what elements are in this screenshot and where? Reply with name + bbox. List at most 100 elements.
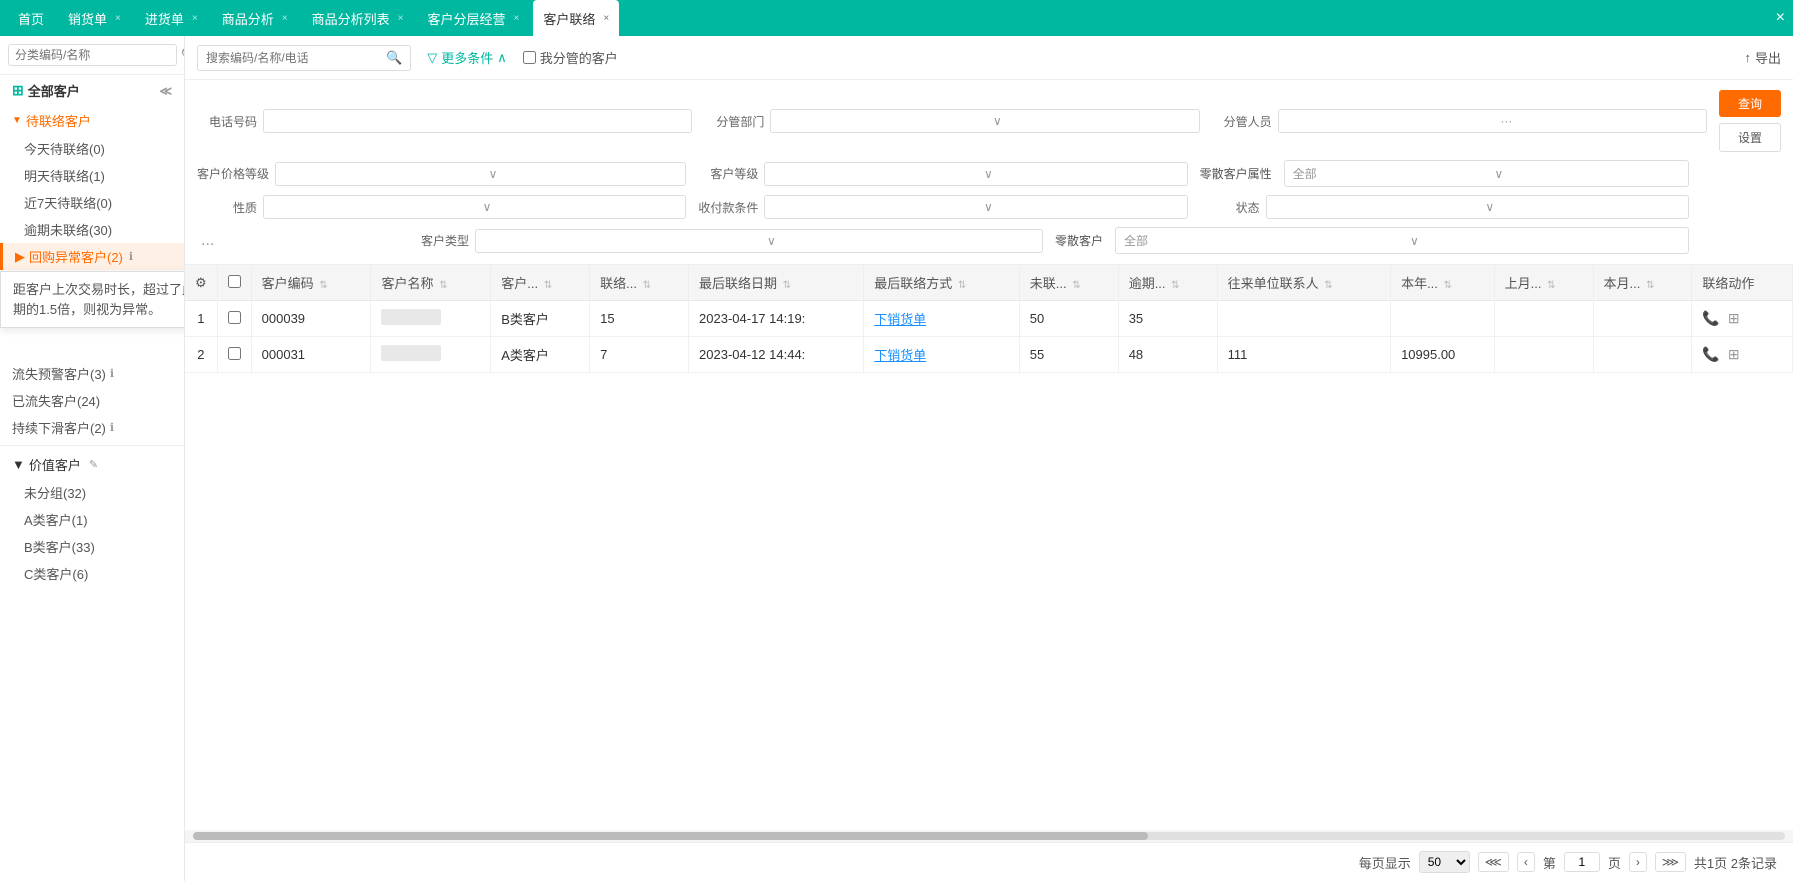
sidebar-value-group-title[interactable]: ▼ 价值客户 ✎ [0, 450, 184, 479]
prev-page-button[interactable]: ‹ [1517, 852, 1535, 872]
sidebar-overdue-pending[interactable]: 逾期未联络(30) [0, 216, 184, 243]
sidebar-pending-title[interactable]: ▼ 待联络客户 [0, 106, 184, 135]
sort-this-month-icon[interactable]: ⇅ [1646, 280, 1654, 291]
sort-type-icon[interactable]: ⇅ [544, 280, 552, 291]
sort-method-icon[interactable]: ⇅ [958, 280, 966, 291]
caret4-icon: ∨ [1486, 163, 1688, 185]
nav-sales[interactable]: 销货单 × [58, 0, 131, 36]
nav-analysis-list[interactable]: 商品分析列表 × [302, 0, 414, 36]
horizontal-scrollbar[interactable] [185, 830, 1793, 842]
caret9-icon: ∨ [1402, 230, 1688, 252]
customer-type-select[interactable]: ∨ [475, 229, 1043, 253]
phone-action-icon-1[interactable]: 📞 [1702, 310, 1719, 327]
my-customers-checkbox-label: 我分管的客户 [523, 48, 618, 67]
select-all-checkbox[interactable] [228, 275, 241, 288]
payment-select[interactable]: ∨ [764, 195, 1187, 219]
scrollbar-track[interactable] [193, 832, 1785, 840]
sidebar-declining-customers[interactable]: 持续下滑客户(2) ℹ [0, 414, 184, 441]
col-type: 客户... ⇅ [491, 265, 590, 301]
filter-scatter-customer: 零散客户 全部 ∨ [1055, 227, 1689, 254]
last-method-link-2[interactable]: 下销货单 [874, 348, 926, 363]
query-button[interactable]: 查询 [1719, 90, 1781, 117]
scatter-attr-select[interactable]: 全部 ∨ [1284, 160, 1689, 187]
note-action-icon-1[interactable]: ⊞ [1728, 310, 1740, 327]
nav-sales-close[interactable]: × [115, 13, 121, 24]
sidebar-class-c[interactable]: C类客户(6) [0, 560, 184, 587]
sidebar-unclassified[interactable]: 未分组(32) [0, 479, 184, 506]
page-number-input[interactable] [1564, 852, 1600, 872]
nav-analysis[interactable]: 商品分析 × [212, 0, 298, 36]
scrollbar-thumb[interactable] [193, 832, 1148, 840]
sidebar-lost-customers[interactable]: 已流失客户(24) [0, 387, 184, 414]
next-page-button[interactable]: › [1629, 852, 1647, 872]
nature-select[interactable]: ∨ [263, 195, 686, 219]
sort-name-icon[interactable]: ⇅ [439, 280, 447, 291]
sidebar-lost-warning[interactable]: 流失预警客户(3) ℹ [0, 360, 184, 387]
caret5-icon: ∨ [475, 196, 686, 218]
nav-analysis-list-close[interactable]: × [398, 13, 404, 24]
row-checkbox-1[interactable] [228, 311, 241, 324]
nav-customer-contact[interactable]: 客户联络 × [533, 0, 619, 36]
customer-grade-select[interactable]: ∨ [764, 162, 1187, 186]
cell-type-2: A类客户 [491, 337, 590, 373]
cell-year-2: 10995.00 [1391, 337, 1495, 373]
nav-home[interactable]: 首页 [8, 0, 54, 36]
sort-last-month-icon[interactable]: ⇅ [1547, 280, 1555, 291]
sort-code-icon[interactable]: ⇅ [319, 280, 327, 291]
last-page-button[interactable]: ⋙ [1655, 852, 1686, 872]
dept-select[interactable]: ∨ [770, 109, 1199, 133]
collapse-icon[interactable]: ≪ [159, 84, 172, 98]
cell-name-2 [371, 337, 491, 373]
cell-contacts-1 [1217, 301, 1390, 337]
info-icon2[interactable]: ℹ [110, 367, 114, 380]
nav-customer-segment-close[interactable]: × [513, 13, 519, 24]
sort-year-icon[interactable]: ⇅ [1444, 280, 1452, 291]
phone-action-icon-2[interactable]: 📞 [1702, 346, 1719, 363]
nav-purchase[interactable]: 进货单 × [135, 0, 208, 36]
sort-overdue-icon[interactable]: ⇅ [1171, 280, 1179, 291]
edit-icon[interactable]: ✎ [89, 458, 98, 471]
sort-contact-icon[interactable]: ⇅ [643, 280, 651, 291]
sidebar-week-pending[interactable]: 近7天待联络(0) [0, 189, 184, 216]
sort-unread-icon[interactable]: ⇅ [1072, 280, 1080, 291]
settings-button[interactable]: 设置 [1719, 123, 1781, 152]
search-input[interactable] [198, 47, 378, 69]
settings-icon[interactable]: ⚙ [195, 275, 207, 290]
sort-unit-icon[interactable]: ⇅ [1324, 280, 1332, 291]
sidebar-abnormal-repurchase[interactable]: ▶ 回购异常客户(2) ℹ [0, 243, 184, 270]
sidebar-all-customers[interactable]: ⊞ 全部客户 ≪ [0, 75, 184, 106]
info-icon[interactable]: ℹ [129, 250, 133, 263]
sidebar-search-input[interactable] [8, 44, 177, 66]
last-method-link-1[interactable]: 下销货单 [874, 312, 926, 327]
scatter-customer-select[interactable]: 全部 ∨ [1115, 227, 1689, 254]
nav-customer-segment[interactable]: 客户分层经营 × [417, 0, 529, 36]
sidebar-today-pending[interactable]: 今天待联络(0) [0, 135, 184, 162]
col-last-date: 最后联络日期 ⇅ [689, 265, 864, 301]
window-close-icon[interactable]: × [1776, 9, 1785, 27]
phone-input[interactable] [263, 109, 692, 133]
info-icon3[interactable]: ℹ [110, 421, 114, 434]
nav-analysis-close[interactable]: × [282, 13, 288, 24]
dots-icon[interactable]: ··· [1492, 110, 1706, 132]
more-conditions-btn[interactable]: ▽ 更多条件 ∧ [419, 44, 515, 71]
export-button[interactable]: ↑ 导出 [1744, 48, 1781, 67]
search-icon[interactable]: 🔍 [378, 46, 410, 70]
manager-select[interactable]: ··· [1278, 109, 1707, 133]
col-action: 联络动作 [1692, 265, 1793, 301]
nav-customer-contact-close[interactable]: × [603, 13, 609, 24]
cell-unread-2: 55 [1019, 337, 1118, 373]
price-grade-select[interactable]: ∨ [275, 162, 686, 186]
my-customers-checkbox[interactable] [523, 51, 536, 64]
note-action-icon-2[interactable]: ⊞ [1728, 346, 1740, 363]
sidebar-tomorrow-pending[interactable]: 明天待联络(1) [0, 162, 184, 189]
per-page-select[interactable]: 50 20 100 [1419, 851, 1470, 873]
nav-purchase-close[interactable]: × [192, 13, 198, 24]
col-no: ⚙ [185, 265, 217, 301]
sidebar-class-a[interactable]: A类客户(1) [0, 506, 184, 533]
status-select[interactable]: ∨ [1266, 195, 1689, 219]
first-page-button[interactable]: ⋘ [1478, 852, 1509, 872]
extra-dots[interactable]: ... [197, 232, 218, 250]
sort-date-icon[interactable]: ⇅ [783, 280, 791, 291]
sidebar-class-b[interactable]: B类客户(33) [0, 533, 184, 560]
row-checkbox-2[interactable] [228, 347, 241, 360]
